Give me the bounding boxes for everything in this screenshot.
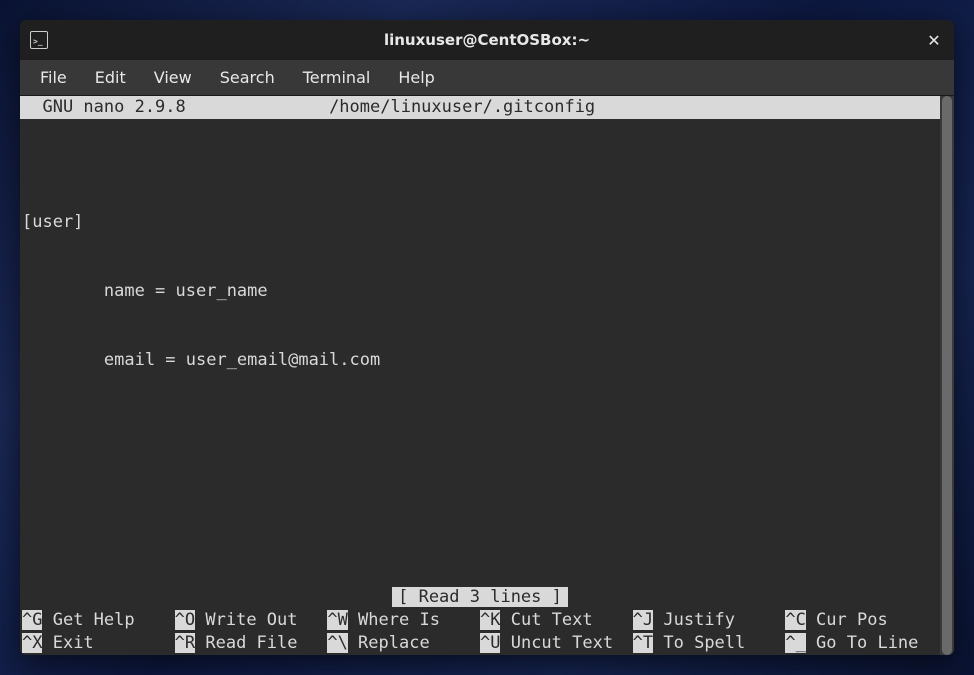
nano-status-line: [ Read 3 lines ] [20, 586, 940, 609]
close-icon[interactable]: ✕ [924, 30, 944, 50]
shortcut-cut-text: ^K Cut Text [480, 609, 633, 632]
editor-line: [user] [22, 211, 938, 234]
nano-shortcuts-row-1: ^G Get Help ^O Write Out ^W Where Is ^K … [20, 609, 940, 632]
nano-header: GNU nano 2.9.8 /home/linuxuser/.gitconfi… [20, 96, 940, 119]
menu-terminal[interactable]: Terminal [291, 64, 383, 91]
titlebar[interactable]: linuxuser@CentOSBox:~ ✕ [20, 20, 954, 60]
menu-view[interactable]: View [142, 64, 204, 91]
menu-edit[interactable]: Edit [83, 64, 138, 91]
shortcut-write-out: ^O Write Out [175, 609, 328, 632]
terminal-window: linuxuser@CentOSBox:~ ✕ File Edit View S… [20, 20, 954, 655]
scrollbar[interactable] [940, 96, 954, 655]
nano-shortcuts-row-2: ^X Exit ^R Read File ^\ Replace ^U Uncut… [20, 632, 940, 655]
nano-editor-body[interactable]: [user] name = user_name email = user_ema… [20, 119, 940, 418]
shortcut-uncut-text: ^U Uncut Text [480, 632, 633, 655]
shortcut-exit: ^X Exit [22, 632, 175, 655]
shortcut-replace: ^\ Replace [327, 632, 480, 655]
shortcut-go-to-line: ^_ Go To Line [785, 632, 938, 655]
nano-status-text: [ Read 3 lines ] [392, 587, 568, 607]
shortcut-where-is: ^W Where Is [327, 609, 480, 632]
nano-version: GNU nano 2.9.8 [22, 97, 186, 117]
shortcut-justify: ^J Justify [633, 609, 786, 632]
nano-filename: /home/linuxuser/.gitconfig [329, 97, 595, 117]
menu-help[interactable]: Help [386, 64, 446, 91]
terminal-icon [30, 31, 48, 49]
shortcut-get-help: ^G Get Help [22, 609, 175, 632]
menu-file[interactable]: File [28, 64, 79, 91]
terminal-content[interactable]: GNU nano 2.9.8 /home/linuxuser/.gitconfi… [20, 96, 940, 655]
menubar: File Edit View Search Terminal Help [20, 60, 954, 96]
shortcut-read-file: ^R Read File [175, 632, 328, 655]
menu-search[interactable]: Search [208, 64, 287, 91]
editor-line: name = user_name [22, 280, 938, 303]
terminal-area[interactable]: GNU nano 2.9.8 /home/linuxuser/.gitconfi… [20, 96, 954, 655]
editor-line: email = user_email@mail.com [22, 349, 938, 372]
shortcut-cur-pos: ^C Cur Pos [785, 609, 938, 632]
scrollbar-thumb[interactable] [942, 96, 952, 655]
nano-footer: [ Read 3 lines ] ^G Get Help ^O Write Ou… [20, 586, 940, 655]
window-title: linuxuser@CentOSBox:~ [384, 31, 590, 49]
shortcut-to-spell: ^T To Spell [633, 632, 786, 655]
